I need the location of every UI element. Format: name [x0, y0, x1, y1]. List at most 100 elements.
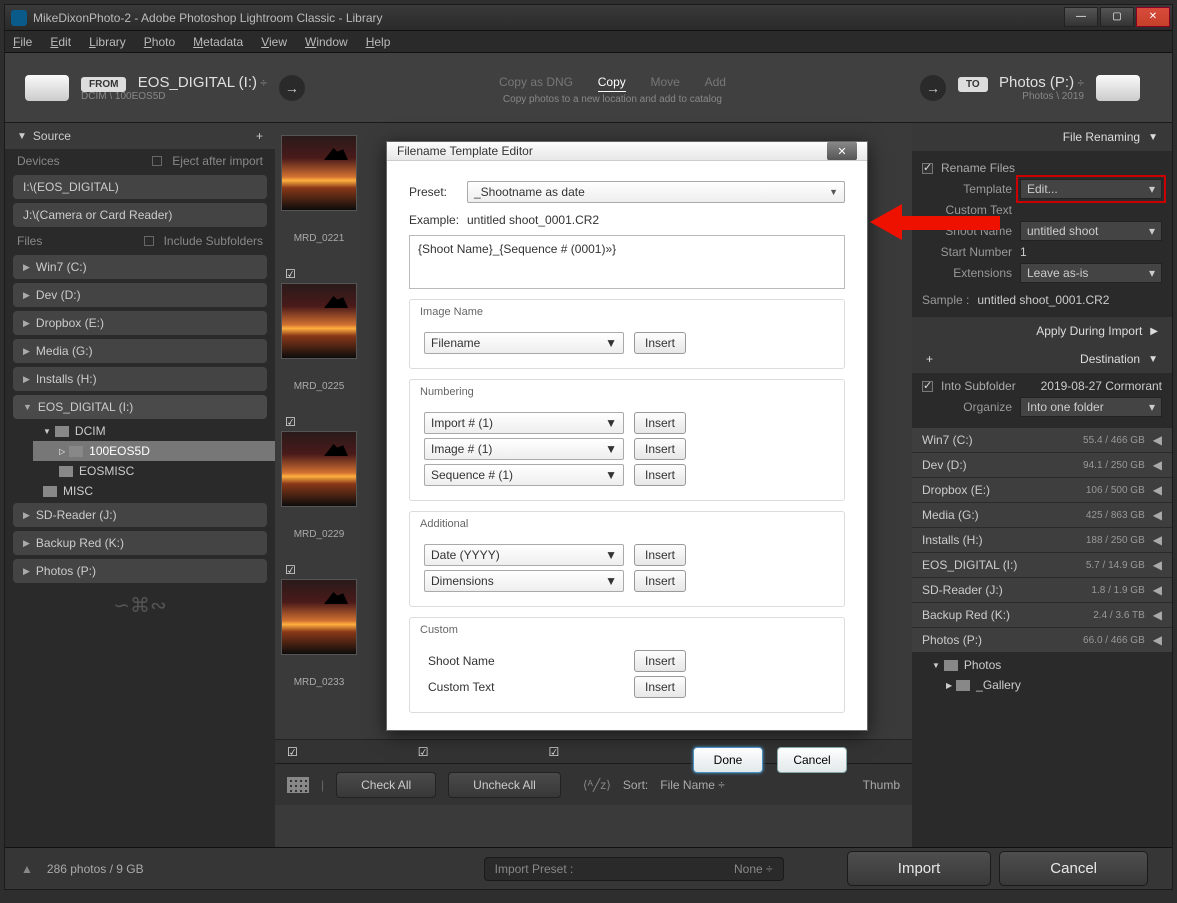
menu-view[interactable]: View	[261, 35, 287, 49]
dest-folder[interactable]: ▶_Gallery	[922, 675, 1162, 695]
cancel-button[interactable]: Cancel	[999, 851, 1148, 886]
import-preset-dropdown[interactable]: Import Preset :None ÷	[484, 857, 784, 881]
folder-item[interactable]: EOSMISC	[33, 461, 275, 481]
template-dropdown[interactable]: Edit...▾	[1020, 179, 1162, 199]
drive-item[interactable]: ▶Installs (H:)	[13, 367, 267, 391]
template-textarea[interactable]: {Shoot Name}_{Sequence # (0001)»}	[409, 235, 845, 289]
thumbnail[interactable]: MRD_0221	[281, 135, 357, 261]
device-item[interactable]: I:\(EOS_DIGITAL)	[13, 175, 267, 199]
folder-item[interactable]: MISC	[33, 481, 275, 501]
thumbnail[interactable]: MRD_0225	[281, 283, 357, 409]
window-title: MikeDixonPhoto-2 - Adobe Photoshop Light…	[33, 11, 1064, 25]
to-sublocation: Photos \ 2019	[958, 91, 1084, 102]
dialog-titlebar: Filename Template Editor ✕	[387, 142, 867, 161]
apply-during-import-header[interactable]: Apply During Import▶	[912, 317, 1172, 345]
destination-drive[interactable]: EOS_DIGITAL (I:)5.7 / 14.9 GB◀	[912, 553, 1172, 577]
shoot-name-field[interactable]: untitled shoot▾	[1020, 221, 1162, 241]
dest-drive-icon	[1096, 75, 1140, 101]
additional-dropdown[interactable]: Dimensions▼	[424, 570, 624, 592]
drive-item[interactable]: ▶Win7 (C:)	[13, 255, 267, 279]
insert-button[interactable]: Insert	[634, 570, 686, 592]
drive-item[interactable]: ▶Photos (P:)	[13, 559, 267, 583]
close-button[interactable]: ✕	[1136, 7, 1170, 27]
grid-view-icon[interactable]	[287, 777, 309, 793]
drive-item[interactable]: ▶Media (G:)	[13, 339, 267, 363]
maximize-button[interactable]: ▢	[1100, 7, 1134, 27]
to-location[interactable]: Photos (P:)	[999, 74, 1074, 91]
file-renaming-header[interactable]: File Renaming▼	[912, 123, 1172, 151]
organize-dropdown[interactable]: Into one folder▾	[1020, 397, 1162, 417]
rename-checkbox[interactable]	[922, 163, 933, 174]
import-button[interactable]: Import	[847, 851, 992, 886]
insert-button[interactable]: Insert	[634, 438, 686, 460]
menu-photo[interactable]: Photo	[144, 35, 175, 49]
arrow-next-icon[interactable]: →	[279, 75, 305, 101]
devices-label: DevicesEject after import	[5, 149, 275, 173]
minimize-button[interactable]: —	[1064, 7, 1098, 27]
menu-file[interactable]: File	[13, 35, 32, 49]
cancel-dialog-button[interactable]: Cancel	[777, 747, 847, 773]
drive-item[interactable]: ▶Dev (D:)	[13, 283, 267, 307]
destination-drive[interactable]: Installs (H:)188 / 250 GB◀	[912, 528, 1172, 552]
preset-dropdown[interactable]: _Shootname as date▼	[467, 181, 845, 203]
imagename-dropdown[interactable]: Filename▼	[424, 332, 624, 354]
thumbnail[interactable]: MRD_0233	[281, 579, 357, 705]
menu-library[interactable]: Library	[89, 35, 126, 49]
menu-window[interactable]: Window	[305, 35, 348, 49]
insert-button[interactable]: Insert	[634, 332, 686, 354]
left-panel: ▼Source+ DevicesEject after import I:\(E…	[5, 123, 275, 847]
additional-dropdown[interactable]: Date (YYYY)▼	[424, 544, 624, 566]
menu-help[interactable]: Help	[366, 35, 391, 49]
numbering-dropdown[interactable]: Sequence # (1)▼	[424, 464, 624, 486]
panel-ornament: ∽⌘∾	[5, 585, 275, 626]
done-button[interactable]: Done	[693, 747, 763, 773]
drive-item[interactable]: ▶Dropbox (E:)	[13, 311, 267, 335]
drive-item[interactable]: ▶Backup Red (K:)	[13, 531, 267, 555]
numbering-dropdown[interactable]: Image # (1)▼	[424, 438, 624, 460]
from-badge: FROM	[81, 77, 126, 92]
insert-button[interactable]: Insert	[634, 650, 686, 672]
action-copy[interactable]: Copy	[598, 75, 626, 92]
into-subfolder-checkbox[interactable]	[922, 381, 933, 392]
source-drive-icon	[25, 75, 69, 101]
source-panel-header[interactable]: ▼Source+	[5, 123, 275, 149]
insert-button[interactable]: Insert	[634, 412, 686, 434]
titlebar: MikeDixonPhoto-2 - Adobe Photoshop Light…	[5, 5, 1172, 31]
insert-button[interactable]: Insert	[634, 676, 686, 698]
drive-item-expanded[interactable]: ▼EOS_DIGITAL (I:)	[13, 395, 267, 419]
menu-edit[interactable]: Edit	[50, 35, 71, 49]
action-add[interactable]: Add	[705, 75, 726, 89]
extensions-dropdown[interactable]: Leave as-is▾	[1020, 263, 1162, 283]
destination-drive[interactable]: Dev (D:)94.1 / 250 GB◀	[912, 453, 1172, 477]
insert-button[interactable]: Insert	[634, 464, 686, 486]
from-location[interactable]: EOS_DIGITAL (I:)	[138, 74, 257, 91]
insert-button[interactable]: Insert	[634, 544, 686, 566]
device-item[interactable]: J:\(Camera or Card Reader)	[13, 203, 267, 227]
folder-item-selected[interactable]: ▷100EOS5D	[33, 441, 275, 461]
folder-item[interactable]: ▼DCIM	[33, 421, 275, 441]
photo-count: 286 photos / 9 GB	[47, 862, 144, 876]
app-icon	[11, 10, 27, 26]
dialog-close-button[interactable]: ✕	[827, 142, 857, 160]
destination-drive[interactable]: Backup Red (K:)2.4 / 3.6 TB◀	[912, 603, 1172, 627]
files-label: FilesInclude Subfolders	[5, 229, 275, 253]
menu-metadata[interactable]: Metadata	[193, 35, 243, 49]
footer: ▲ 286 photos / 9 GB Import Preset :None …	[5, 847, 1172, 889]
destination-drive[interactable]: Dropbox (E:)106 / 500 GB◀	[912, 478, 1172, 502]
destination-drive[interactable]: Photos (P:)66.0 / 466 GB◀	[912, 628, 1172, 652]
destination-header[interactable]: +Destination▼	[912, 345, 1172, 373]
destination-drive[interactable]: SD-Reader (J:)1.8 / 1.9 GB◀	[912, 578, 1172, 602]
thumbnail[interactable]: MRD_0229	[281, 431, 357, 557]
menubar: File Edit Library Photo Metadata View Wi…	[5, 31, 1172, 53]
action-move[interactable]: Move	[650, 75, 679, 89]
thumbnail-size-label: Thumb	[863, 778, 900, 792]
drive-item[interactable]: ▶SD-Reader (J:)	[13, 503, 267, 527]
import-bar: FROM EOS_DIGITAL (I:) ÷ DCIM \ 100EOS5D …	[5, 53, 1172, 123]
action-dng[interactable]: Copy as DNG	[499, 75, 573, 89]
numbering-dropdown[interactable]: Import # (1)▼	[424, 412, 624, 434]
arrow-next-icon-2[interactable]: →	[920, 75, 946, 101]
check-icon[interactable]: ☑	[287, 745, 298, 759]
destination-drive[interactable]: Win7 (C:)55.4 / 466 GB◀	[912, 428, 1172, 452]
dest-folder[interactable]: ▼Photos	[922, 655, 1162, 675]
destination-drive[interactable]: Media (G:)425 / 863 GB◀	[912, 503, 1172, 527]
